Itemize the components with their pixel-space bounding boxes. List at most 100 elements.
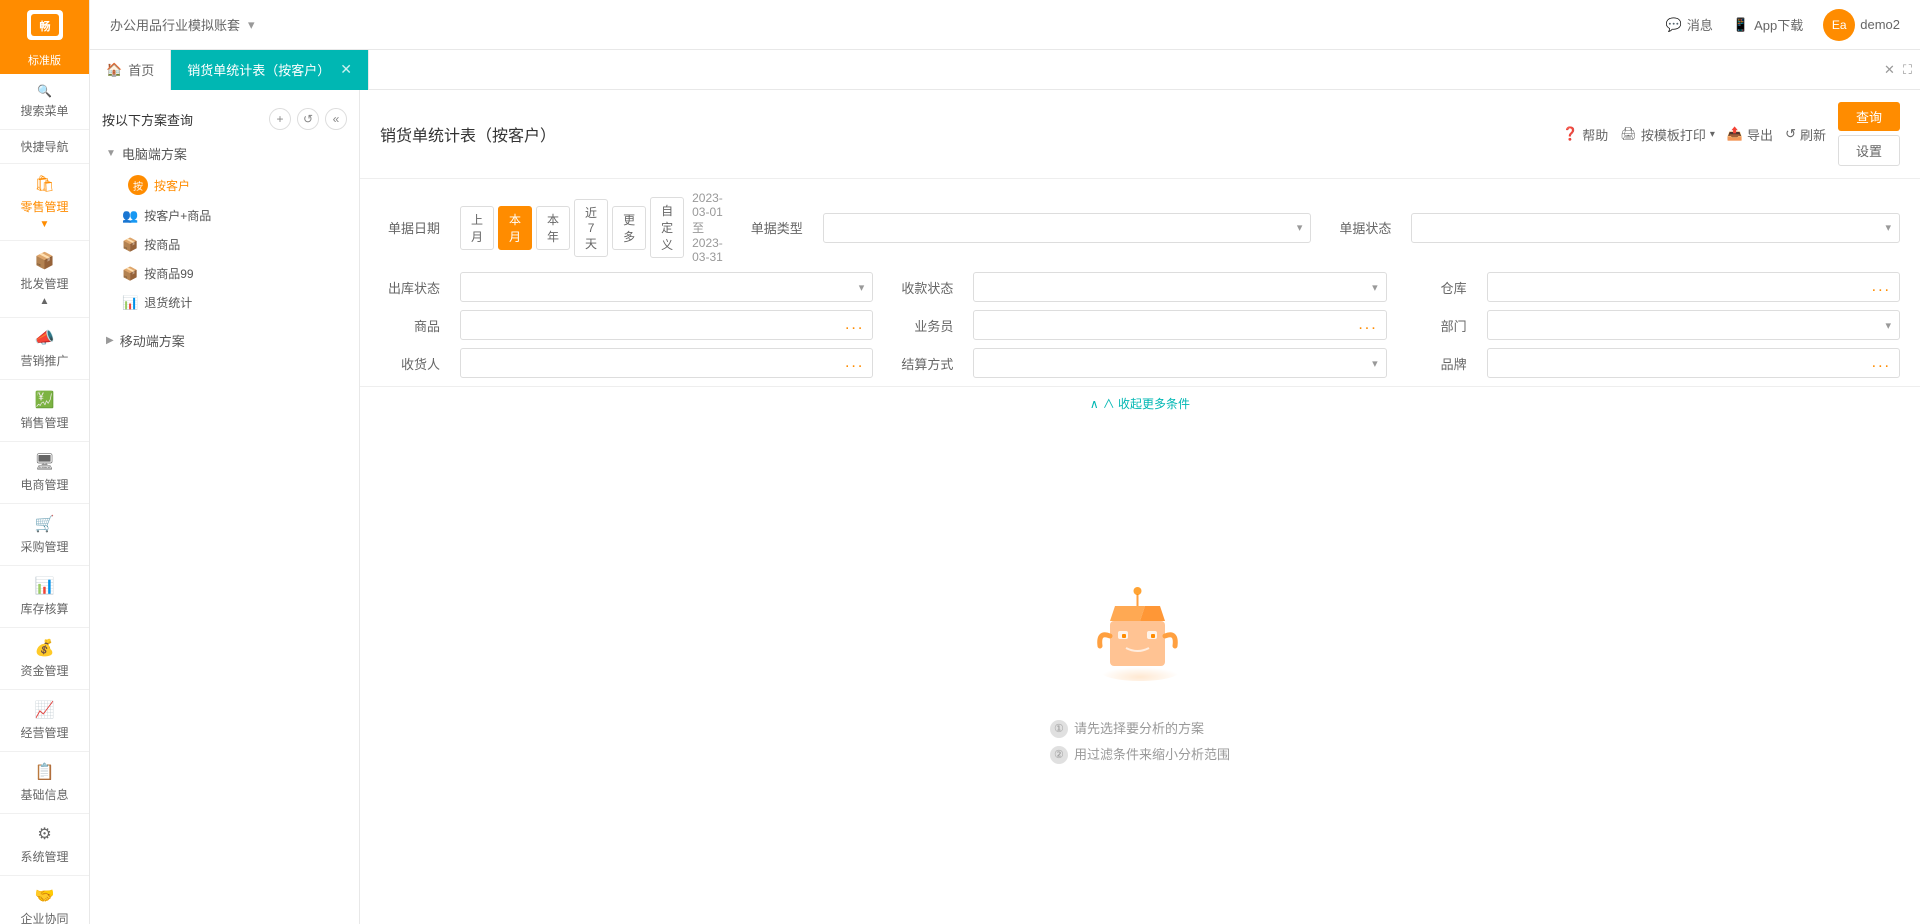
top-header: 办公用品行业模拟账套 ▾ 💬 消息 📱 App下载 Ea demo2 [90,0,1920,50]
dept-input[interactable]: ▾ [1487,310,1900,340]
page-content: 按以下方案查询 + ↺ « ▼ 电脑端方案 按 按客户 👥 按客户+商品 [90,90,1920,924]
product-input[interactable]: ... [460,310,873,340]
ecommerce-icon: 🖥 [34,452,54,472]
tree-by-product99[interactable]: 📦 按商品99 [90,259,359,288]
template-print-btn[interactable]: 🖨 按模板打印 ▾ [1620,125,1715,144]
sidebar-search-menu[interactable]: 🔍 搜索菜单 [0,74,89,130]
brand-label: 品牌 [1407,354,1467,373]
empty-hint-2: ② 用过滤条件来缩小分析范围 [1050,742,1230,768]
download-action[interactable]: 📱 App下载 [1733,15,1803,34]
logo-icon: 畅 [27,10,63,40]
sidebar-item-inventory[interactable]: 📊 库存核算 [0,566,89,628]
receipt-status-arrow: ▾ [1372,281,1378,294]
salesman-dots: ... [1358,316,1377,334]
tree-by-customer[interactable]: 按 按客户 [90,169,359,201]
template-print-label: 按模板打印 [1641,125,1706,144]
sidebar-item-sales[interactable]: 💹 销售管理 [0,380,89,442]
header-dropdown-arrow[interactable]: ▾ [248,17,255,33]
out-status-arrow: ▾ [859,281,865,294]
search-icon: 🔍 [37,84,52,98]
doc-type-input[interactable]: ▾ [823,213,1312,243]
collapse-panel-btn[interactable]: « [325,108,347,130]
refresh-icon: ↺ [1785,126,1796,142]
wholesale-arrow: ▲ [40,296,50,307]
date-btn-more[interactable]: 更多 [612,206,646,250]
warehouse-dots: ... [1872,278,1891,296]
refresh-scheme-btn[interactable]: ↺ [297,108,319,130]
sidebar-quick-nav[interactable]: 快捷导航 [0,130,89,164]
receipt-status-input[interactable]: ▾ [973,272,1386,302]
sidebar-item-wholesale[interactable]: 📦 批发管理 ▲ [0,241,89,318]
sidebar-item-system[interactable]: ⚙ 系统管理 [0,814,89,876]
collapse-more-bar[interactable]: ∧ ∧ 收起更多条件 [360,386,1920,420]
tab-sales-stat-label: 销货单统计表（按客户） [187,60,330,79]
settings-btn[interactable]: 设置 [1838,135,1900,166]
marketing-icon: 📣 [35,328,55,348]
empty-illustration [1080,576,1200,696]
sidebar-item-ecommerce[interactable]: 🖥 电商管理 [0,442,89,504]
date-btn-7days[interactable]: 近7天 [574,199,608,257]
tree-by-customer-product[interactable]: 👥 按客户+商品 [90,201,359,230]
doc-status-label: 单据状态 [1331,218,1391,237]
tree-desktop-section: ▼ 电脑端方案 [90,138,359,169]
sidebar-item-marketing[interactable]: 📣 营销推广 [0,318,89,380]
out-status-input[interactable]: ▾ [460,272,873,302]
tree-by-customer-label: 按客户 [154,177,190,194]
brand-input[interactable]: ... [1487,348,1900,378]
settlement-input[interactable]: ▾ [973,348,1386,378]
sidebar-item-finance[interactable]: 💰 资金管理 [0,628,89,690]
add-scheme-btn[interactable]: + [269,108,291,130]
customer-product-icon: 👥 [122,208,138,224]
sidebar-item-purchase[interactable]: 🛒 采购管理 [0,504,89,566]
basicinfo-icon: 📋 [35,762,55,782]
doc-type-arrow: ▾ [1297,221,1303,234]
date-btn-this-year[interactable]: 本年 [536,206,570,250]
date-btn-custom[interactable]: 自定义 [650,197,684,258]
sidebar-item-retail[interactable]: 🛍 零售管理 ▼ [0,164,89,241]
tab-close-icon[interactable]: ✕ [340,61,352,78]
salesman-label: 业务员 [893,316,953,335]
sidebar-item-label-purchase: 采购管理 [20,538,68,555]
message-action[interactable]: 💬 消息 [1666,15,1713,34]
user-name: demo2 [1860,17,1900,32]
doc-status-arrow: ▾ [1885,221,1891,234]
refresh-btn[interactable]: ↺ 刷新 [1785,125,1826,144]
date-btn-this-month[interactable]: 本月 [498,206,532,250]
purchase-icon: 🛒 [35,514,55,534]
export-btn[interactable]: 📤 导出 [1727,125,1773,144]
page-title: 销货单统计表（按客户） [380,122,556,146]
tree-by-product[interactable]: 📦 按商品 [90,230,359,259]
sidebar-item-operations[interactable]: 📈 经营管理 [0,690,89,752]
export-icon: 📤 [1727,126,1743,142]
warehouse-input[interactable]: ... [1487,272,1900,302]
sidebar-item-label-system: 系统管理 [20,848,68,865]
tab-home[interactable]: 🏠 首页 [90,50,171,90]
tab-sales-stat[interactable]: 销货单统计表（按客户） ✕ [171,50,369,90]
salesman-input[interactable]: ... [973,310,1386,340]
hint-num-1: ① [1050,720,1068,738]
side-buttons: 查询 设置 [1838,102,1900,166]
tree-mobile-section: ▶ 移动端方案 [90,325,359,356]
sidebar-item-enterprise[interactable]: 🤝 企业协同 [0,876,89,924]
query-btn[interactable]: 查询 [1838,102,1900,131]
empty-hints: ① 请先选择要分析的方案 ② 用过滤条件来缩小分析范围 [1050,716,1230,768]
sidebar-item-label-enterprise: 企业协同 [20,910,68,924]
retail-icon: 🛍 [34,174,54,194]
doc-status-input[interactable]: ▾ [1411,213,1900,243]
sidebar-item-basicinfo[interactable]: 📋 基础信息 [0,752,89,814]
window-close-icon[interactable]: ✕ [1884,62,1895,78]
date-btn-last-month[interactable]: 上月 [460,206,494,250]
wholesale-icon: 📦 [35,251,55,271]
tree-by-product-label: 按商品 [144,236,180,253]
sidebar-item-label-inventory: 库存核算 [20,600,68,617]
tree-return-stat-label: 退货统计 [144,294,192,311]
hint-text-2: 用过滤条件来缩小分析范围 [1074,742,1230,768]
tree-return-stat[interactable]: 📊 退货统计 [90,288,359,317]
desktop-section-label: 电脑端方案 [122,144,187,163]
help-btn[interactable]: ❓ 帮助 [1562,125,1608,144]
user-action[interactable]: Ea demo2 [1823,9,1900,41]
sidebar-item-label-ecommerce: 电商管理 [20,476,68,493]
window-maximize-icon[interactable]: ⛶ [1903,62,1912,78]
receiver-input[interactable]: ... [460,348,873,378]
date-control: 上月 本月 本年 近7天 更多 自定义 2023-03-01 至 2023-03… [460,191,723,264]
